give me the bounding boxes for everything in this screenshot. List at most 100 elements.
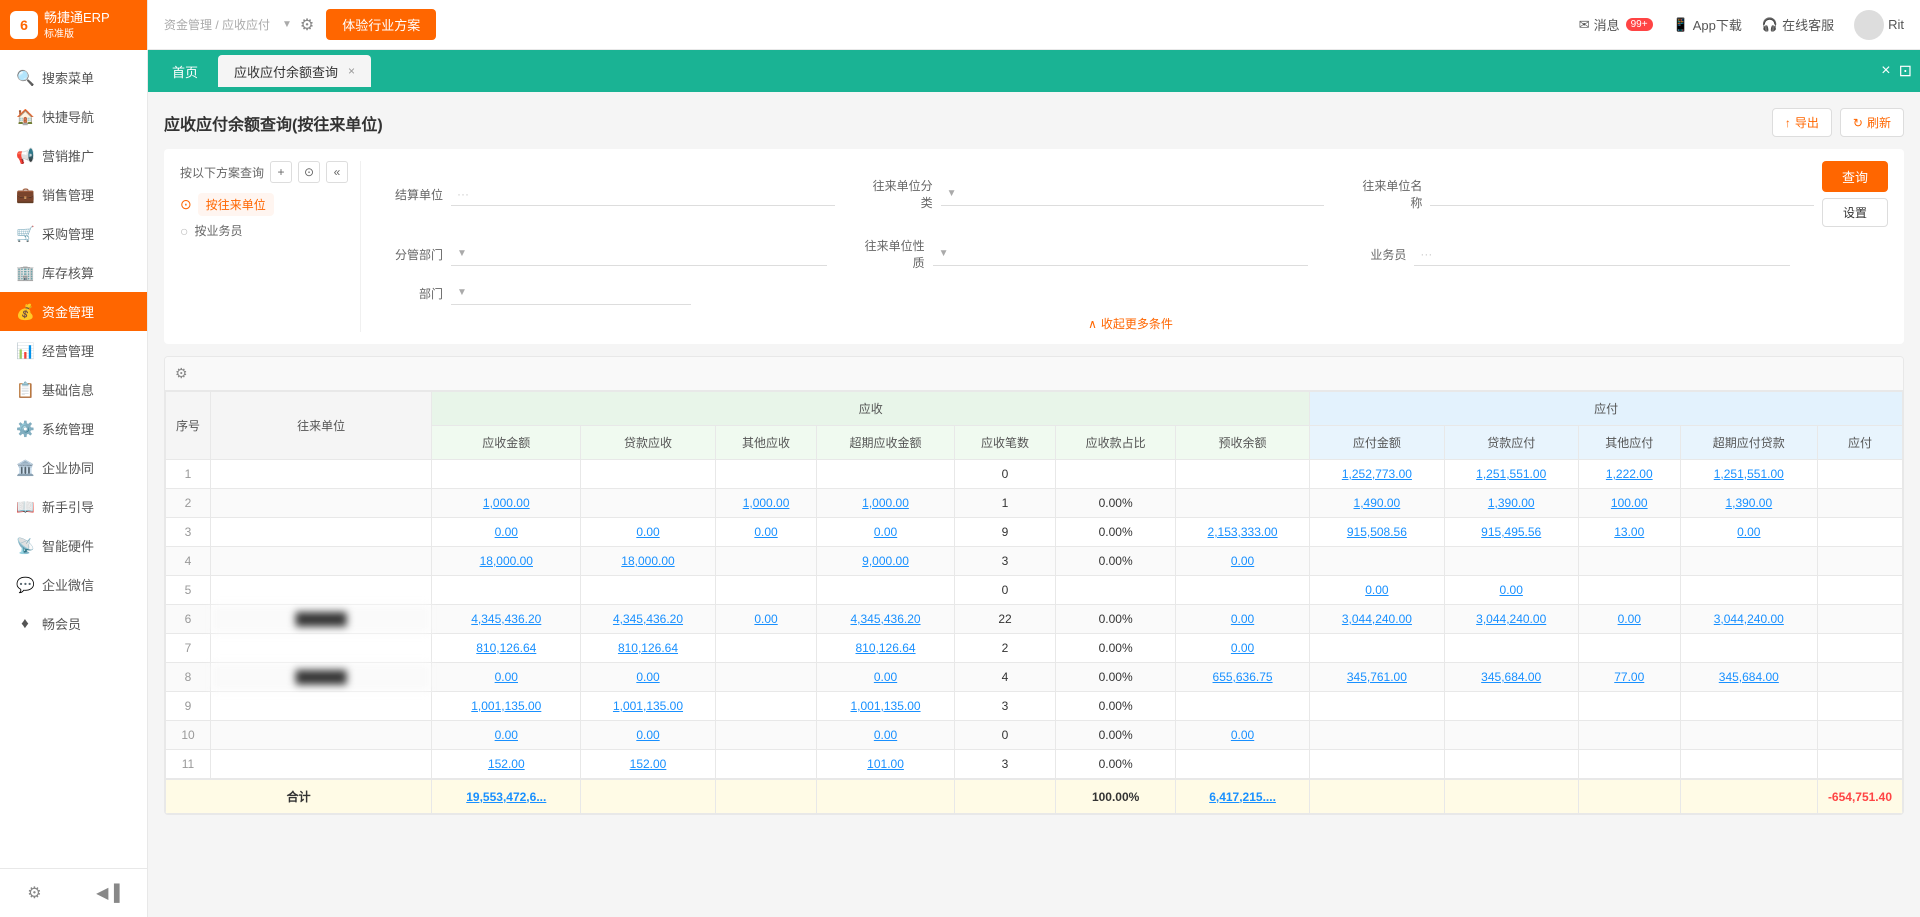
sidebar-item-finance[interactable]: 💰 资金管理 — [0, 292, 147, 331]
sidebar-item-marketing[interactable]: 📢 营销推广 — [0, 136, 147, 175]
cell-num-link[interactable]: 0.00 — [715, 518, 817, 547]
cell-num-link[interactable]: 810,126.64 — [581, 634, 715, 663]
cell-num-link[interactable]: 1,252,773.00 — [1310, 460, 1444, 489]
cell-num-link[interactable]: 0.00 — [1175, 605, 1309, 634]
dropdown-icon[interactable]: ▼ — [282, 19, 292, 30]
table-settings-icon[interactable]: ⚙ — [175, 365, 188, 382]
collapse-button[interactable]: ∧ 收起更多条件 — [1088, 315, 1173, 332]
unit-category-input[interactable]: ▼ — [941, 182, 1325, 206]
unit-nature-input[interactable]: ▼ — [933, 242, 1309, 266]
sidebar-item-guide[interactable]: 📖 新手引导 — [0, 487, 147, 526]
cell-num-link[interactable]: 9,000.00 — [817, 547, 954, 576]
cell-num-link[interactable]: 77.00 — [1578, 663, 1680, 692]
jiesuan-input[interactable]: ··· — [451, 182, 835, 206]
sidebar-item-purchase[interactable]: 🛒 采购管理 — [0, 214, 147, 253]
query-button[interactable]: 查询 — [1822, 161, 1888, 192]
sidebar-item-search-menu[interactable]: 🔍 搜索菜单 — [0, 58, 147, 97]
cell-num-link[interactable]: 655,636.75 — [1175, 663, 1309, 692]
cell-num-link[interactable]: 0.00 — [1175, 547, 1309, 576]
cell-num-link[interactable]: 3,044,240.00 — [1444, 605, 1578, 634]
app-download-item[interactable]: 📱 App下载 — [1673, 15, 1742, 34]
tab-receivable[interactable]: 应收应付余额查询 × — [218, 55, 371, 87]
cell-num-link[interactable]: 0.00 — [432, 518, 581, 547]
cell-num-link[interactable]: 152.00 — [581, 750, 715, 780]
cell-num-link[interactable]: 18,000.00 — [432, 547, 581, 576]
cell-num-link[interactable]: 100.00 — [1578, 489, 1680, 518]
query-type2-item[interactable]: ○ 按业务员 — [180, 222, 348, 239]
cell-num-link[interactable]: 0.00 — [817, 721, 954, 750]
settings-query-btn[interactable]: ⊙ — [298, 161, 320, 183]
set-button[interactable]: 设置 — [1822, 198, 1888, 227]
cell-num-link[interactable]: 4,345,436.20 — [817, 605, 954, 634]
cell-num-link[interactable]: 345,761.00 — [1310, 663, 1444, 692]
cell-num-link[interactable]: 0.00 — [1444, 576, 1578, 605]
cell-num-link[interactable]: 152.00 — [432, 750, 581, 780]
footer-yingshou-advance[interactable]: 6,417,215.... — [1175, 779, 1309, 814]
cell-num-link[interactable]: 3,044,240.00 — [1310, 605, 1444, 634]
salesman-input[interactable]: ··· — [1414, 242, 1790, 266]
cell-num-link[interactable]: 1,001,135.00 — [817, 692, 954, 721]
message-item[interactable]: ✉ 消息 99+ — [1579, 15, 1653, 34]
cell-num-link[interactable]: 0.00 — [581, 721, 715, 750]
window-close-icon[interactable]: × — [1881, 62, 1890, 80]
cell-num-link[interactable]: 4,345,436.20 — [581, 605, 715, 634]
user-avatar-item[interactable]: Rit — [1854, 10, 1904, 40]
cell-num-link[interactable]: 3,044,240.00 — [1680, 605, 1817, 634]
cell-num-link[interactable]: 1,001,135.00 — [581, 692, 715, 721]
dept-input[interactable]: ▼ — [451, 242, 827, 266]
footer-collapse-icon[interactable]: ◀▐ — [88, 879, 128, 907]
footer-settings-icon[interactable]: ⚙ — [19, 879, 49, 907]
solution-button[interactable]: 体验行业方案 — [326, 9, 436, 40]
sidebar-item-member[interactable]: ♦ 畅会员 — [0, 604, 147, 643]
cell-num-link[interactable]: 345,684.00 — [1680, 663, 1817, 692]
cell-num-link[interactable]: 4,345,436.20 — [432, 605, 581, 634]
sidebar-item-inventory[interactable]: 🏢 库存核算 — [0, 253, 147, 292]
query-type1-item[interactable]: ⊙ 按往来单位 — [180, 193, 348, 216]
cell-num-link[interactable]: 13.00 — [1578, 518, 1680, 547]
export-button[interactable]: ↑ 导出 — [1772, 108, 1832, 137]
cell-num-link[interactable]: 0.00 — [1175, 721, 1309, 750]
cell-num-link[interactable]: 1,000.00 — [432, 489, 581, 518]
online-service-item[interactable]: 🎧 在线客服 — [1762, 15, 1834, 34]
cell-num-link[interactable]: 915,508.56 — [1310, 518, 1444, 547]
cell-num-link[interactable]: 0.00 — [581, 518, 715, 547]
cell-num-link[interactable]: 1,222.00 — [1578, 460, 1680, 489]
topbar-settings-icon[interactable]: ⚙ — [300, 15, 314, 35]
cell-num-link[interactable]: 0.00 — [1310, 576, 1444, 605]
window-expand-icon[interactable]: ⊡ — [1899, 61, 1912, 81]
sidebar-item-system[interactable]: ⚙️ 系统管理 — [0, 409, 147, 448]
sidebar-item-corp[interactable]: 🏛️ 企业协同 — [0, 448, 147, 487]
cell-num-link[interactable]: 1,490.00 — [1310, 489, 1444, 518]
cell-num-link[interactable]: 0.00 — [432, 721, 581, 750]
cell-num-link[interactable]: 345,684.00 — [1444, 663, 1578, 692]
sidebar-item-wechat[interactable]: 💬 企业微信 — [0, 565, 147, 604]
tab-home[interactable]: 首页 — [156, 55, 214, 87]
cell-num-link[interactable]: 0.00 — [817, 518, 954, 547]
unit-name-input[interactable] — [1430, 182, 1814, 206]
sidebar-item-basic[interactable]: 📋 基础信息 — [0, 370, 147, 409]
cell-num-link[interactable]: 0.00 — [817, 663, 954, 692]
tab-close-icon[interactable]: × — [348, 64, 355, 78]
cell-num-link[interactable]: 1,000.00 — [715, 489, 817, 518]
cell-num-link[interactable]: 0.00 — [432, 663, 581, 692]
sidebar-item-hardware[interactable]: 📡 智能硬件 — [0, 526, 147, 565]
cell-num-link[interactable]: 0.00 — [1680, 518, 1817, 547]
cell-num-link[interactable]: 1,390.00 — [1444, 489, 1578, 518]
cell-num-link[interactable]: 0.00 — [1175, 634, 1309, 663]
cell-num-link[interactable]: 1,390.00 — [1680, 489, 1817, 518]
add-query-btn[interactable]: + — [270, 161, 292, 183]
cell-num-link[interactable]: 0.00 — [581, 663, 715, 692]
sidebar-item-sales[interactable]: 💼 销售管理 — [0, 175, 147, 214]
sidebar-item-quick-nav[interactable]: 🏠 快捷导航 — [0, 97, 147, 136]
cell-num-link[interactable]: 2,153,333.00 — [1175, 518, 1309, 547]
cell-num-link[interactable]: 810,126.64 — [432, 634, 581, 663]
cell-num-link[interactable]: 0.00 — [1578, 605, 1680, 634]
cell-num-link[interactable]: 810,126.64 — [817, 634, 954, 663]
footer-yingshou-amount[interactable]: 19,553,472,6... — [432, 779, 581, 814]
refresh-button[interactable]: ↻ 刷新 — [1840, 108, 1904, 137]
cell-num-link[interactable]: 1,251,551.00 — [1444, 460, 1578, 489]
cell-num-link[interactable]: 1,251,551.00 — [1680, 460, 1817, 489]
cell-num-link[interactable]: 101.00 — [817, 750, 954, 780]
cell-num-link[interactable]: 0.00 — [715, 605, 817, 634]
sidebar-item-operation[interactable]: 📊 经营管理 — [0, 331, 147, 370]
